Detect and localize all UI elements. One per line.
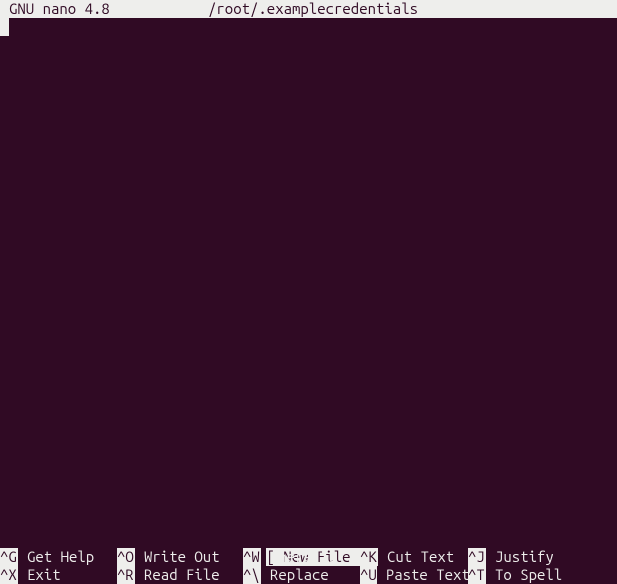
shortcut-key: ^X: [0, 566, 18, 584]
status-line: [ New File ]: [0, 530, 617, 548]
shortcut-row-2: ^X Exit ^R Read File ^\ Replace ^U Paste…: [0, 566, 617, 584]
shortcut-label: Where Is: [261, 548, 337, 566]
file-path: /root/.examplecredentials: [208, 0, 418, 18]
shortcut-exit[interactable]: ^X Exit: [0, 566, 117, 584]
shortcut-bar: ^G Get Help ^O Write Out ^W Where Is ^K …: [0, 548, 617, 584]
shortcut-key: ^R: [117, 566, 135, 584]
shortcut-label: Read File: [135, 566, 220, 584]
app-name: GNU nano 4.8: [0, 0, 110, 18]
shortcut-key: ^U: [360, 566, 377, 584]
shortcut-label: To Spell: [486, 566, 562, 584]
shortcut-replace[interactable]: ^\ Replace: [243, 566, 360, 584]
shortcut-label: Justify: [486, 548, 554, 566]
shortcut-key: ^K: [360, 548, 378, 566]
shortcut-key: ^T: [468, 566, 486, 584]
shortcut-label: Write Out: [135, 548, 220, 566]
shortcut-to-spell[interactable]: ^T To Spell: [468, 566, 617, 584]
title-bar: GNU nano 4.8 /root/.examplecredentials: [0, 0, 617, 18]
shortcut-label: Get Help: [18, 548, 94, 566]
shortcut-key: ^O: [117, 548, 135, 566]
shortcut-justify[interactable]: ^J Justify: [468, 548, 617, 566]
shortcut-label: Exit: [18, 566, 61, 584]
shortcut-key: ^\: [243, 566, 261, 584]
shortcut-key: ^W: [243, 548, 261, 566]
shortcut-key: ^G: [0, 548, 18, 566]
shortcut-get-help[interactable]: ^G Get Help: [0, 548, 117, 566]
shortcut-read-file[interactable]: ^R Read File: [117, 566, 243, 584]
shortcut-label: Paste Text: [377, 566, 470, 584]
shortcut-where-is[interactable]: ^W Where Is: [243, 548, 360, 566]
shortcut-label: Cut Text: [378, 548, 454, 566]
shortcut-row-1: ^G Get Help ^O Write Out ^W Where Is ^K …: [0, 548, 617, 566]
shortcut-key: ^J: [468, 548, 486, 566]
shortcut-cut-text[interactable]: ^K Cut Text: [360, 548, 468, 566]
shortcut-label: Replace: [261, 566, 329, 584]
editor-area[interactable]: [0, 18, 617, 530]
text-cursor: [0, 18, 9, 36]
shortcut-write-out[interactable]: ^O Write Out: [117, 548, 243, 566]
shortcut-paste-text[interactable]: ^U Paste Text: [360, 566, 468, 584]
